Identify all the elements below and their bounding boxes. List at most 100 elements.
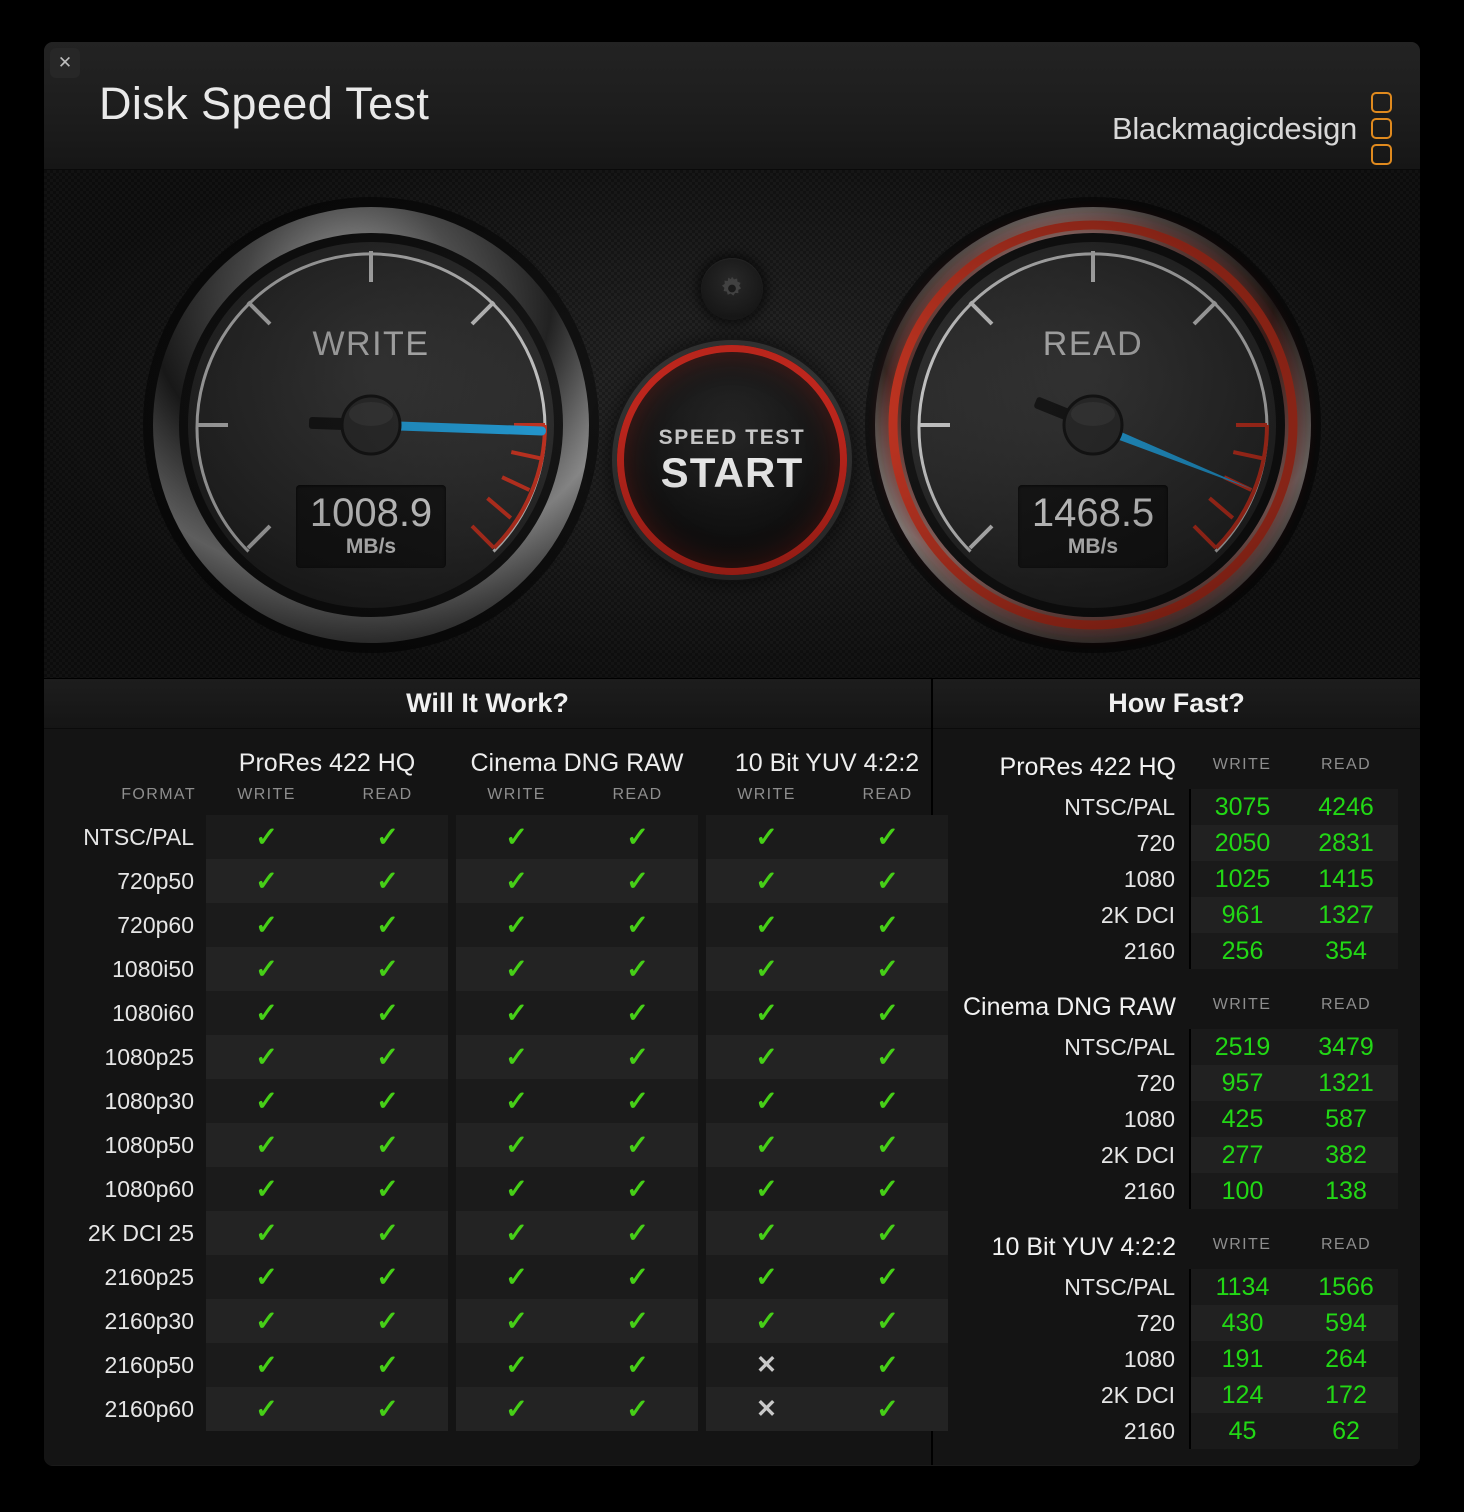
page-title: Disk Speed Test xyxy=(99,78,430,129)
will-it-work-rows: NTSC/PAL ✓ ✓ ✓ ✓ ✓ ✓ 720p50 ✓ ✓ ✓ ✓ ✓ ✓ 720p60 ✓ ✓ ✓ ✓ ✓ ✓ 10… xyxy=(44,815,948,1431)
subheader-row: FORMAT WRITE READ WRITE READ WRITE READ xyxy=(44,782,948,815)
format-label: 2K DCI 25 xyxy=(87,1219,194,1246)
check-icon: ✓ xyxy=(827,815,948,859)
column-gap xyxy=(698,815,706,859)
column-gap xyxy=(698,1167,706,1211)
gear-icon[interactable] xyxy=(701,258,763,320)
check-icon: ✓ xyxy=(827,1343,948,1387)
table-row: 2K DCI 25 ✓ ✓ ✓ ✓ ✓ ✓ xyxy=(44,1211,948,1255)
table-row: 2K DCI 277 382 xyxy=(949,1137,1398,1173)
read-gauge: READ 1468.5 MB/s xyxy=(858,190,1328,660)
resolution-label: 2160 xyxy=(1123,1177,1175,1204)
how-fast-read-header: READ xyxy=(1320,995,1372,1013)
brand-name: Blackmagicdesign xyxy=(1111,110,1357,146)
check-icon: ✓ xyxy=(577,991,698,1035)
check-icon: ✓ xyxy=(827,1255,948,1299)
resolution-label: 720 xyxy=(1136,1309,1175,1336)
format-label: NTSC/PAL xyxy=(83,823,194,850)
how-fast-panel: How Fast? ProRes 422 HQ WRITE READ NTSC/PAL… xyxy=(933,679,1420,1465)
close-icon[interactable]: ✕ xyxy=(50,48,80,78)
column-gap xyxy=(448,1387,456,1431)
resolution-label: NTSC/PAL xyxy=(1064,1273,1175,1300)
format-label: 720p60 xyxy=(117,911,194,938)
will-it-work-panel: Will It Work? ProRes 422 HQ Cinema DNG R… xyxy=(44,679,948,1465)
table-row: 2160 45 62 xyxy=(949,1413,1398,1449)
read-gauge-face xyxy=(865,197,1321,653)
will-it-work-header: Will It Work? xyxy=(44,679,931,729)
check-icon: ✓ xyxy=(206,1167,327,1211)
title-bar: ✕ Disk Speed Test Blackmagicdesign xyxy=(44,42,1420,170)
cross-icon: ✕ xyxy=(706,1343,827,1387)
check-icon: ✓ xyxy=(456,991,577,1035)
how-fast-header: How Fast? xyxy=(933,679,1420,729)
check-icon: ✓ xyxy=(827,1079,948,1123)
start-button-label: START xyxy=(660,449,804,496)
column-gap xyxy=(698,1079,706,1123)
check-icon: ✓ xyxy=(206,859,327,903)
table-row: NTSC/PAL 2519 3479 xyxy=(949,1029,1398,1065)
check-icon: ✓ xyxy=(456,1387,577,1431)
resolution-label: 720 xyxy=(1136,829,1175,856)
table-row: 2K DCI 124 172 xyxy=(949,1377,1398,1413)
check-icon: ✓ xyxy=(327,1211,448,1255)
column-gap xyxy=(448,991,456,1035)
read-speed-value: 354 xyxy=(1294,933,1398,969)
disk-speed-test-window: ✕ Disk Speed Test Blackmagicdesign WRITE… xyxy=(44,42,1420,1466)
check-icon: ✓ xyxy=(456,947,577,991)
format-label: 2160p50 xyxy=(104,1351,194,1378)
table-row: NTSC/PAL 3075 4246 xyxy=(949,789,1398,825)
check-icon: ✓ xyxy=(706,1123,827,1167)
column-gap xyxy=(448,1255,456,1299)
write-speed-value: 124 xyxy=(1189,1377,1294,1413)
start-button-caption: SPEED TEST xyxy=(658,426,806,449)
table-row: 2160 100 138 xyxy=(949,1173,1398,1209)
check-icon: ✓ xyxy=(706,991,827,1035)
check-icon: ✓ xyxy=(456,1211,577,1255)
check-icon: ✓ xyxy=(206,947,327,991)
check-icon: ✓ xyxy=(577,1211,698,1255)
write-speed-value: 1025 xyxy=(1189,861,1294,897)
how-fast-write-header: WRITE xyxy=(1212,1235,1272,1253)
check-icon: ✓ xyxy=(577,1079,698,1123)
check-icon: ✓ xyxy=(327,903,448,947)
check-icon: ✓ xyxy=(206,815,327,859)
read-speed-value: 1321 xyxy=(1294,1065,1398,1101)
how-fast-group-title: 10 Bit YUV 4:2:2 xyxy=(991,1233,1176,1261)
check-icon: ✓ xyxy=(827,1387,948,1431)
check-icon: ✓ xyxy=(456,903,577,947)
check-icon: ✓ xyxy=(327,1079,448,1123)
column-gap xyxy=(448,1343,456,1387)
write-speed-value: 1134 xyxy=(1189,1269,1294,1305)
table-row: 1080p30 ✓ ✓ ✓ ✓ ✓ ✓ xyxy=(44,1079,948,1123)
check-icon: ✓ xyxy=(706,1079,827,1123)
speed-test-start-button[interactable]: SPEED TEST START xyxy=(617,345,847,575)
how-fast-write-header: WRITE xyxy=(1212,755,1272,773)
check-icon: ✓ xyxy=(327,1299,448,1343)
table-row: 720 430 594 xyxy=(949,1305,1398,1341)
check-icon: ✓ xyxy=(577,1123,698,1167)
check-icon: ✓ xyxy=(827,903,948,947)
table-row: 2160p25 ✓ ✓ ✓ ✓ ✓ ✓ xyxy=(44,1255,948,1299)
check-icon: ✓ xyxy=(327,1255,448,1299)
resolution-label: NTSC/PAL xyxy=(1064,1033,1175,1060)
read-speed-value: 138 xyxy=(1294,1173,1398,1209)
check-icon: ✓ xyxy=(456,815,577,859)
write-speed-value: 425 xyxy=(1189,1101,1294,1137)
check-icon: ✓ xyxy=(827,991,948,1035)
column-gap xyxy=(698,1211,706,1255)
column-gap xyxy=(698,903,706,947)
resolution-label: 2K DCI xyxy=(1100,901,1175,928)
resolution-label: 2K DCI xyxy=(1100,1141,1175,1168)
check-icon: ✓ xyxy=(577,815,698,859)
check-icon: ✓ xyxy=(327,815,448,859)
check-icon: ✓ xyxy=(206,1299,327,1343)
resolution-label: 2K DCI xyxy=(1100,1381,1175,1408)
check-icon: ✓ xyxy=(206,1211,327,1255)
how-fast-read-header: READ xyxy=(1320,1235,1372,1253)
how-fast-group: 10 Bit YUV 4:2:2 WRITE READ NTSC/PAL 1134 156… xyxy=(949,1227,1398,1449)
resolution-label: 2160 xyxy=(1123,937,1175,964)
format-label: 1080p30 xyxy=(104,1087,194,1114)
check-icon: ✓ xyxy=(706,1035,827,1079)
how-fast-group-title: ProRes 422 HQ xyxy=(999,753,1176,781)
column-gap xyxy=(448,1123,456,1167)
